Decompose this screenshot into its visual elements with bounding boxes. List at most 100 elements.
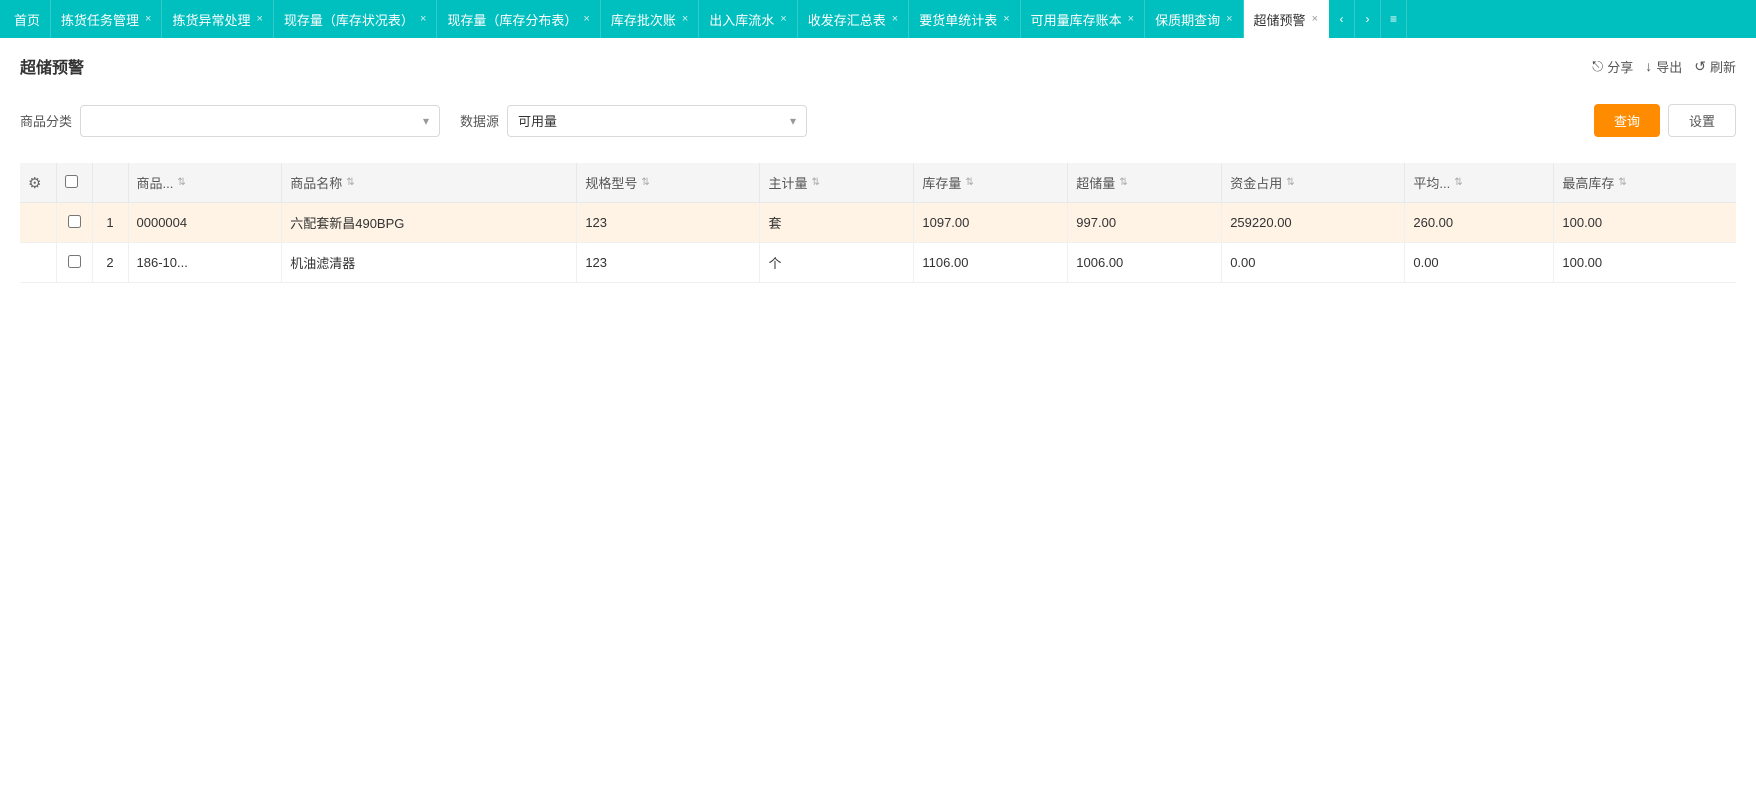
th-stock-sort: ⇅ [965,177,973,188]
row-product-name: 六配套新昌490BPG [282,203,577,243]
nav-tab-1-label: 拣货任务管理 [61,10,139,29]
nav-tab-7-close[interactable]: × [892,13,898,25]
page-title: 超储预警 [20,54,84,78]
nav-tab-7[interactable]: 收发存汇总表 × [798,0,909,38]
table-header: ⚙ 商品... ⇅ 商品名称 ⇅ [20,163,1736,203]
category-filter-label: 商品分类 [20,111,72,130]
nav-next-button[interactable]: › [1355,0,1381,38]
nav-tab-6-label: 出入库流水 [709,10,774,29]
query-button[interactable]: 查询 [1594,104,1660,137]
datasource-filter-label: 数据源 [460,111,499,130]
datasource-filter: 数据源 可用量 ▾ [460,105,807,137]
table-body: 1 0000004 六配套新昌490BPG 123 套 1097.00 997.… [20,203,1736,283]
th-unit-sort: ⇅ [812,177,820,188]
row-avg: 260.00 [1405,203,1554,243]
nav-tab-8[interactable]: 要货单统计表 × [909,0,1020,38]
nav-tab-5-close[interactable]: × [682,13,688,25]
th-max-stock-label: 最高库存 [1562,173,1614,192]
th-capital-label: 资金占用 [1230,173,1282,192]
row-overstock: 1006.00 [1068,243,1222,283]
nav-tab-2-close[interactable]: × [256,13,262,25]
nav-tab-10-close[interactable]: × [1226,13,1232,25]
row-unit: 套 [760,203,914,243]
row-capital: 259220.00 [1222,203,1405,243]
row-product-name: 机油滤清器 [282,243,577,283]
th-overstock-sort: ⇅ [1119,177,1127,188]
header-actions: ⎋ 分享 ↓ 导出 ↺ 刷新 [1592,57,1736,76]
share-icon: ⎋ [1592,58,1603,75]
nav-tab-4[interactable]: 现存量（库存分布表） × [437,0,600,38]
th-product-code-label: 商品... [137,173,174,192]
nav-tab-active-close[interactable]: × [1312,13,1318,25]
nav-tab-9[interactable]: 可用量库存账本 × [1021,0,1145,38]
th-unit-label: 主计量 [768,173,807,192]
th-product-code[interactable]: 商品... ⇅ [128,163,282,203]
table-row: 2 186-10... 机油滤清器 123 个 1106.00 1006.00 … [20,243,1736,283]
nav-tab-6-close[interactable]: × [780,13,786,25]
th-index [92,163,128,203]
th-capital[interactable]: 资金占用 ⇅ [1222,163,1405,203]
datasource-dropdown-icon: ▾ [790,114,796,128]
nav-tab-7-label: 收发存汇总表 [808,10,886,29]
data-table: ⚙ 商品... ⇅ 商品名称 ⇅ [20,163,1736,283]
row-stock: 1097.00 [914,203,1068,243]
nav-tab-4-label: 现存量（库存分布表） [447,10,577,29]
th-unit[interactable]: 主计量 ⇅ [760,163,914,203]
export-button[interactable]: ↓ 导出 [1645,57,1682,76]
row-checkbox[interactable] [68,215,81,228]
nav-tab-1-close[interactable]: × [145,13,151,25]
th-max-stock-sort: ⇅ [1618,177,1626,188]
th-checkbox [56,163,92,203]
nav-tab-1[interactable]: 拣货任务管理 × [51,0,162,38]
row-checkbox-cell [56,243,92,283]
nav-prev-button[interactable]: ‹ [1329,0,1355,38]
nav-tab-2[interactable]: 拣货异常处理 × [162,0,273,38]
nav-tab-3-label: 现存量（库存状况表） [284,10,414,29]
nav-tab-active[interactable]: 超储预警 × [1244,0,1329,38]
row-spec: 123 [577,243,760,283]
table-header-row: ⚙ 商品... ⇅ 商品名称 ⇅ [20,163,1736,203]
refresh-icon: ↺ [1694,58,1706,75]
export-icon: ↓ [1645,58,1652,74]
settings-gear-icon[interactable]: ⚙ [28,175,41,192]
nav-tab-4-close[interactable]: × [583,13,589,25]
nav-tab-home[interactable]: 首页 [4,0,51,38]
nav-tab-10[interactable]: 保质期查询 × [1145,0,1243,38]
nav-tab-3-close[interactable]: × [420,13,426,25]
nav-tab-9-label: 可用量库存账本 [1031,10,1122,29]
row-settings-cell [20,243,56,283]
th-overstock[interactable]: 超储量 ⇅ [1068,163,1222,203]
row-checkbox-cell [56,203,92,243]
nav-tab-8-close[interactable]: × [1003,13,1009,25]
row-max-stock: 100.00 [1554,203,1736,243]
nav-tab-10-label: 保质期查询 [1155,10,1220,29]
category-filter: 商品分类 ▾ [20,105,440,137]
refresh-label: 刷新 [1710,57,1736,76]
nav-tab-6[interactable]: 出入库流水 × [699,0,797,38]
share-button[interactable]: ⎋ 分享 [1592,57,1633,76]
nav-more-button[interactable]: ≡ [1381,0,1407,38]
select-all-checkbox[interactable] [65,175,78,188]
category-select[interactable]: ▾ [80,105,440,137]
th-max-stock[interactable]: 最高库存 ⇅ [1554,163,1736,203]
export-label: 导出 [1656,57,1682,76]
datasource-select[interactable]: 可用量 ▾ [507,105,807,137]
th-stock[interactable]: 库存量 ⇅ [914,163,1068,203]
refresh-button[interactable]: ↺ 刷新 [1694,57,1736,76]
row-index: 1 [92,203,128,243]
setting-button[interactable]: 设置 [1668,104,1736,137]
row-product-code: 186-10... [128,243,282,283]
nav-tab-5-label: 库存批次账 [611,10,676,29]
row-product-code: 0000004 [128,203,282,243]
th-product-name[interactable]: 商品名称 ⇅ [282,163,577,203]
nav-tab-home-label: 首页 [14,10,40,29]
nav-tab-9-close[interactable]: × [1128,13,1134,25]
nav-tab-3[interactable]: 现存量（库存状况表） × [274,0,437,38]
row-checkbox[interactable] [68,255,81,268]
th-spec[interactable]: 规格型号 ⇅ [577,163,760,203]
filter-area: 商品分类 ▾ 数据源 可用量 ▾ 查询 设置 [20,94,1736,147]
nav-tab-5[interactable]: 库存批次账 × [601,0,699,38]
page-header: 超储预警 ⎋ 分享 ↓ 导出 ↺ 刷新 [20,54,1736,78]
th-settings: ⚙ [20,163,56,203]
th-avg[interactable]: 平均... ⇅ [1405,163,1554,203]
